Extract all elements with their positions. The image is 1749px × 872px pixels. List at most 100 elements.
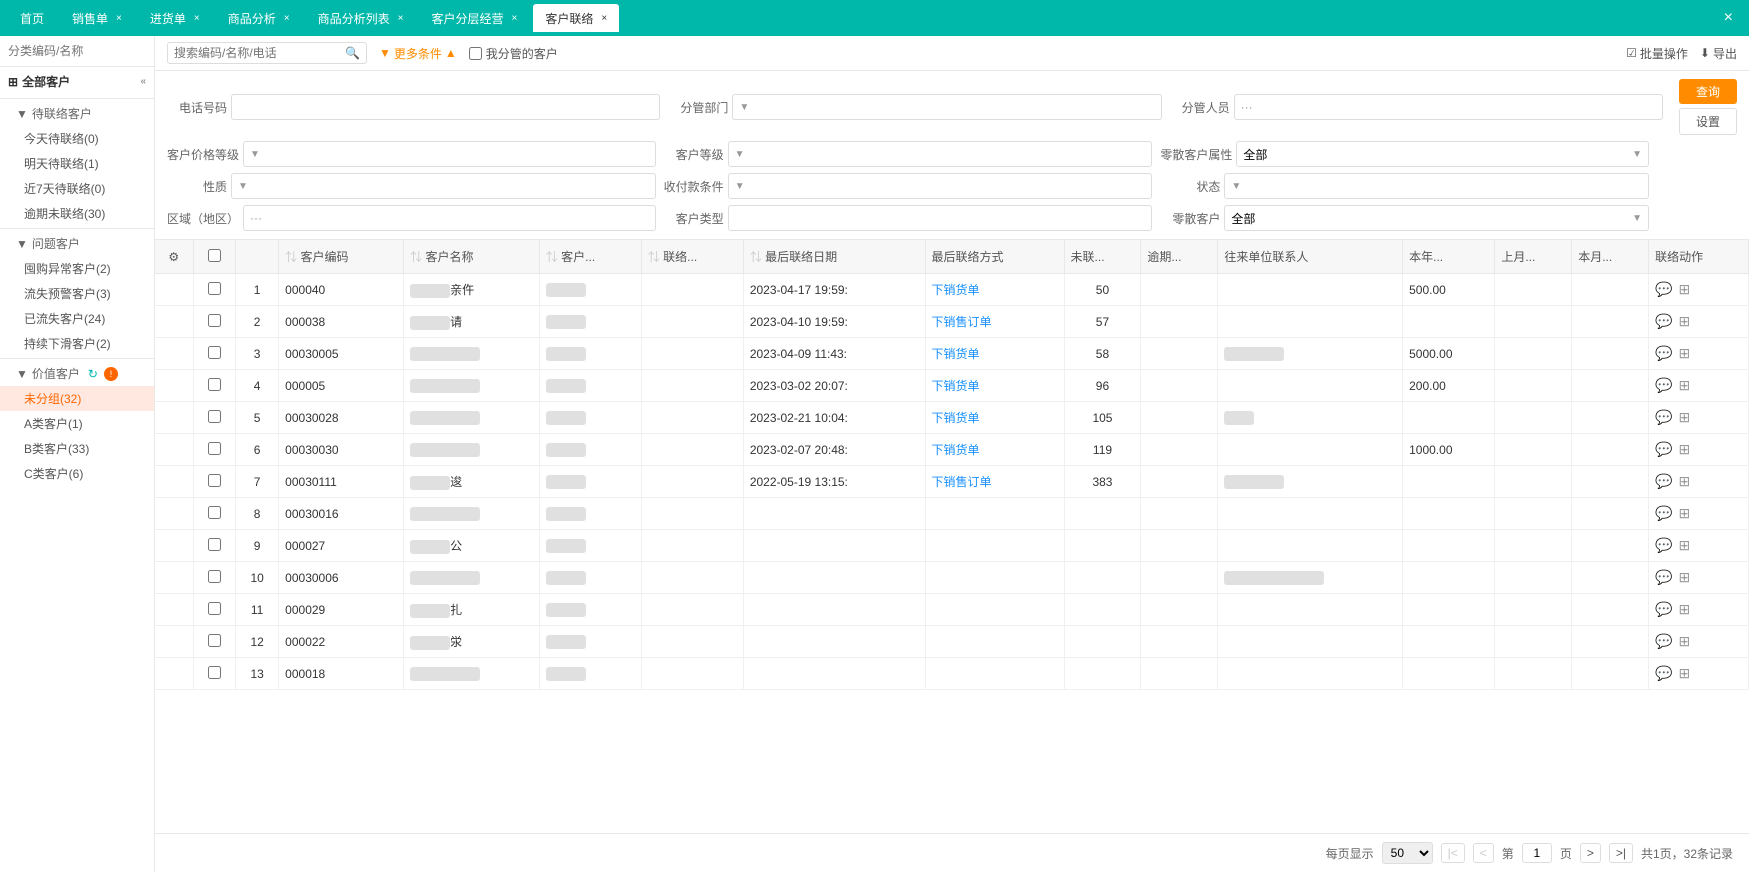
- last-month-col-header[interactable]: 上月...: [1495, 240, 1572, 274]
- per-page-select[interactable]: 50 100 200: [1382, 842, 1433, 864]
- chat-icon[interactable]: 💬: [1655, 313, 1672, 330]
- sidebar-collapse-icon[interactable]: «: [140, 76, 146, 87]
- grid-action-icon[interactable]: ⊞: [1679, 281, 1691, 298]
- scatter-customer-input[interactable]: 全部 ▼: [1224, 205, 1649, 231]
- price-level-input[interactable]: ▼: [243, 141, 656, 167]
- last-method-link[interactable]: 下销售订单: [932, 475, 992, 489]
- window-close-button[interactable]: ×: [1716, 9, 1741, 27]
- checkbox-cell[interactable]: [193, 498, 236, 530]
- last-method-link[interactable]: 下销货单: [932, 443, 980, 457]
- refresh-icon[interactable]: ↻: [88, 367, 98, 381]
- row-checkbox[interactable]: [208, 474, 221, 487]
- last-method-link[interactable]: 下销货单: [932, 283, 980, 297]
- nav-tab-analysis[interactable]: 商品分析 ×: [216, 4, 302, 32]
- nature-input[interactable]: ▼: [231, 173, 656, 199]
- region-input[interactable]: ···: [243, 205, 656, 231]
- search-input[interactable]: [174, 46, 341, 60]
- chat-icon[interactable]: 💬: [1655, 601, 1672, 618]
- sidebar-group-value[interactable]: ▼ 价值客户 ↻ !: [0, 361, 154, 386]
- sidebar-search-input[interactable]: [8, 44, 155, 58]
- contact-col-header[interactable]: ⇅ 联络...: [641, 240, 743, 274]
- my-customers-check[interactable]: [469, 47, 482, 60]
- not-contacted-col-header[interactable]: 未联...: [1064, 240, 1141, 274]
- row-checkbox[interactable]: [208, 314, 221, 327]
- checkbox-cell[interactable]: [193, 338, 236, 370]
- grid-action-icon[interactable]: ⊞: [1679, 601, 1691, 618]
- nav-tab-customer-tier[interactable]: 客户分层经营 ×: [419, 4, 529, 32]
- more-conditions-btn[interactable]: ▼ 更多条件 ▲: [379, 45, 457, 62]
- reset-button[interactable]: 设置: [1679, 108, 1737, 135]
- grid-action-icon[interactable]: ⊞: [1679, 345, 1691, 362]
- grid-action-icon[interactable]: ⊞: [1679, 473, 1691, 490]
- checkbox-cell[interactable]: [193, 434, 236, 466]
- chat-icon[interactable]: 💬: [1655, 409, 1672, 426]
- nav-tab-home[interactable]: 首页: [8, 4, 56, 32]
- payment-input[interactable]: ▼: [728, 173, 1153, 199]
- close-customer-tier-icon[interactable]: ×: [511, 13, 517, 24]
- search-box[interactable]: 🔍: [167, 42, 367, 64]
- status-input[interactable]: ▼: [1224, 173, 1649, 199]
- sidebar-item-declining[interactable]: 持续下滑客户(2): [0, 331, 154, 356]
- checkbox-cell[interactable]: [193, 658, 236, 690]
- batch-op-btn[interactable]: ☑ 批量操作: [1626, 45, 1688, 62]
- next-page-btn[interactable]: >: [1580, 843, 1601, 863]
- page-input[interactable]: [1522, 843, 1552, 863]
- name-col-header[interactable]: ⇅ 客户名称: [404, 240, 540, 274]
- close-purchase-icon[interactable]: ×: [194, 13, 200, 24]
- nav-tab-sales[interactable]: 销售单 ×: [60, 4, 134, 32]
- grid-action-icon[interactable]: ⊞: [1679, 665, 1691, 682]
- overdue-col-header[interactable]: 逾期...: [1141, 240, 1218, 274]
- close-analysis-icon[interactable]: ×: [284, 13, 290, 24]
- checkbox-cell[interactable]: [193, 466, 236, 498]
- sidebar-item-ungrouped[interactable]: 未分组(32): [0, 386, 154, 411]
- row-checkbox[interactable]: [208, 346, 221, 359]
- checkbox-cell[interactable]: [193, 626, 236, 658]
- type-col-header[interactable]: ⇅ 客户...: [539, 240, 641, 274]
- code-col-header[interactable]: ⇅ 客户编码: [279, 240, 404, 274]
- customer-level-input[interactable]: ▼: [728, 141, 1153, 167]
- checkbox-cell[interactable]: [193, 530, 236, 562]
- checkbox-cell[interactable]: [193, 594, 236, 626]
- dept-input[interactable]: ▼: [732, 94, 1161, 120]
- grid-action-icon[interactable]: ⊞: [1679, 569, 1691, 586]
- chat-icon[interactable]: 💬: [1655, 569, 1672, 586]
- sidebar-item-class-b[interactable]: B类客户(33): [0, 436, 154, 461]
- my-customers-checkbox[interactable]: 我分管的客户: [469, 45, 558, 62]
- checkbox-cell[interactable]: [193, 402, 236, 434]
- row-checkbox[interactable]: [208, 506, 221, 519]
- last-method-col-header[interactable]: 最后联络方式: [925, 240, 1064, 274]
- row-checkbox[interactable]: [208, 570, 221, 583]
- sidebar-item-overdue[interactable]: 逾期未联络(30): [0, 201, 154, 226]
- checkbox-cell[interactable]: [193, 274, 236, 306]
- sidebar-item-today[interactable]: 今天待联络(0): [0, 126, 154, 151]
- chat-icon[interactable]: 💬: [1655, 441, 1672, 458]
- region-ellipsis[interactable]: ···: [250, 211, 262, 225]
- company-contact-col-header[interactable]: 往来单位联系人: [1218, 240, 1403, 274]
- grid-action-icon[interactable]: ⊞: [1679, 313, 1691, 330]
- nav-tab-analysis-list[interactable]: 商品分析列表 ×: [306, 4, 416, 32]
- chat-icon[interactable]: 💬: [1655, 505, 1672, 522]
- row-checkbox[interactable]: [208, 378, 221, 391]
- this-year-col-header[interactable]: 本年...: [1403, 240, 1495, 274]
- checkbox-cell[interactable]: [193, 306, 236, 338]
- chat-icon[interactable]: 💬: [1655, 281, 1672, 298]
- export-btn[interactable]: ⬇ 导出: [1700, 45, 1737, 62]
- prev-page-btn[interactable]: <: [1473, 843, 1494, 863]
- grid-action-icon[interactable]: ⊞: [1679, 441, 1691, 458]
- nav-tab-customer-contact[interactable]: 客户联络 ×: [533, 4, 619, 32]
- sidebar-item-tomorrow[interactable]: 明天待联络(1): [0, 151, 154, 176]
- customer-type-input[interactable]: [728, 205, 1153, 231]
- all-customers-header[interactable]: ⊞ 全部客户 «: [0, 67, 154, 96]
- row-checkbox[interactable]: [208, 634, 221, 647]
- sidebar-group-pending[interactable]: ▼ 待联络客户: [0, 101, 154, 126]
- last-page-btn[interactable]: >|: [1609, 843, 1633, 863]
- row-checkbox[interactable]: [208, 538, 221, 551]
- select-all-checkbox[interactable]: [208, 249, 221, 262]
- chat-icon[interactable]: 💬: [1655, 665, 1672, 682]
- row-checkbox[interactable]: [208, 442, 221, 455]
- close-customer-contact-icon[interactable]: ×: [601, 13, 607, 24]
- person-input[interactable]: ···: [1234, 94, 1663, 120]
- sidebar-item-class-a[interactable]: A类客户(1): [0, 411, 154, 436]
- row-checkbox[interactable]: [208, 410, 221, 423]
- grid-action-icon[interactable]: ⊞: [1679, 537, 1691, 554]
